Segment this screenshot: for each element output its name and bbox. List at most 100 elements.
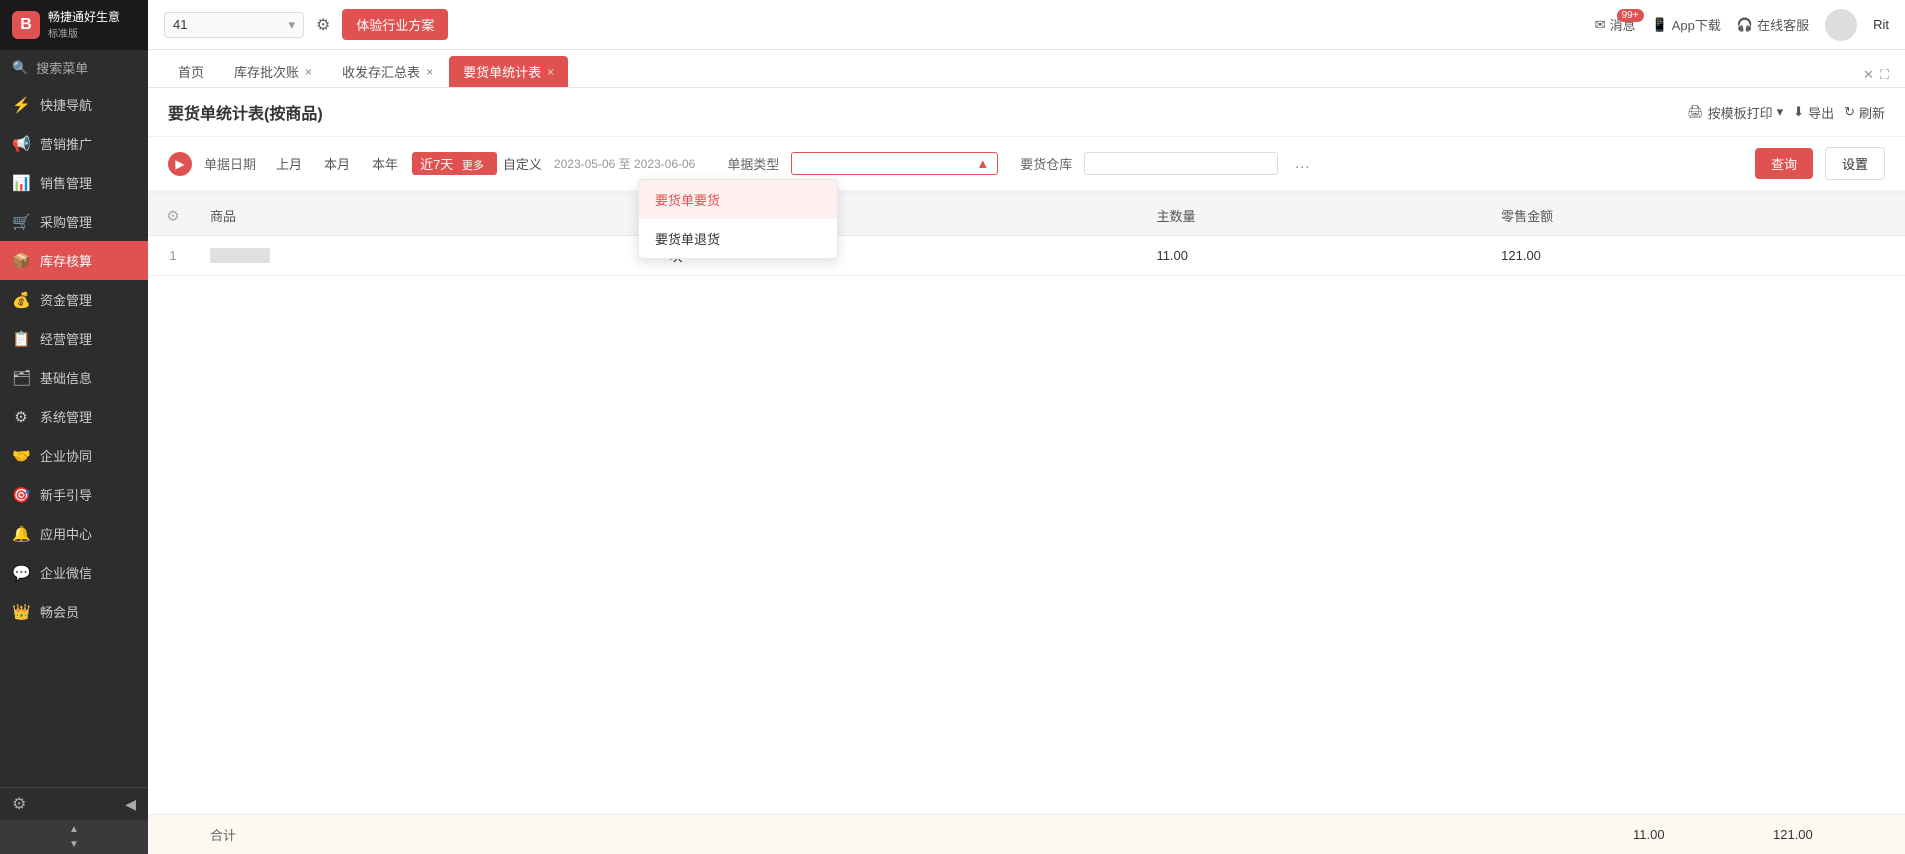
print-label: 按模板打印 xyxy=(1708,103,1773,122)
warehouse-label: 要货仓库 xyxy=(1020,154,1072,173)
sidebar-item-member[interactable]: 👑畅会员 xyxy=(0,592,148,631)
tab-close-inventory-batch[interactable]: × xyxy=(305,65,312,79)
row-amount: 121.00 xyxy=(1489,236,1905,276)
sidebar-item-operation[interactable]: 📋经营管理 xyxy=(0,319,148,358)
col-settings[interactable]: ⚙ xyxy=(148,196,198,236)
app-download-btn[interactable]: 📱 App下载 xyxy=(1652,15,1721,34)
topbar-right: ✉ 消息 99+ 📱 App下载 🎧 在线客服 Rit xyxy=(1595,9,1889,41)
page-title: 要货单统计表(按商品) xyxy=(168,100,323,136)
date-this-year[interactable]: 本年 xyxy=(364,152,406,175)
topbar-gear-icon[interactable]: ⚙ xyxy=(316,15,330,35)
col-quantity: 主数量 xyxy=(1144,196,1489,236)
nav-icon-sales: 📊 xyxy=(12,174,30,192)
service-icon: 🎧 xyxy=(1737,17,1753,33)
nav-label-system: 系统管理 xyxy=(40,407,92,426)
sidebar-item-enterprise[interactable]: 🤝企业协同 xyxy=(0,436,148,475)
sidebar-item-sales[interactable]: 📊 销售管理 xyxy=(0,163,148,202)
type-input[interactable]: ▲ xyxy=(791,152,998,175)
nav-label-shortcut: 快捷导航 xyxy=(40,95,92,114)
content-area: 要货单统计表(按商品) 🖨 按模板打印 ▾ ⬇ 导出 ↻ 刷新 ▶ xyxy=(148,88,1905,854)
nav-label-member: 畅会员 xyxy=(40,602,79,621)
refresh-icon: ↻ xyxy=(1844,104,1855,120)
column-settings-icon[interactable]: ⚙ xyxy=(166,208,179,225)
warehouse-input[interactable] xyxy=(1084,152,1278,175)
tab-close-order-stats[interactable]: × xyxy=(547,65,554,79)
sidebar-item-basic[interactable]: 🗂基础信息 xyxy=(0,358,148,397)
nav-icon-inventory: 📦 xyxy=(12,252,30,270)
search-icon: 🔍 xyxy=(12,60,28,76)
sidebar-collapse-btn[interactable]: ◀ xyxy=(125,796,136,813)
filter-expand-btn[interactable]: ▶ xyxy=(168,152,192,176)
sidebar-item-wechat[interactable]: 💬企业微信 xyxy=(0,553,148,592)
dropdown-item-order-goods[interactable]: 要货单要货 xyxy=(639,180,837,219)
date-current-month[interactable]: 本月 xyxy=(316,152,358,175)
nav-icon-newguide: 🎯 xyxy=(12,486,30,504)
print-dropdown-arrow[interactable]: ▾ xyxy=(1777,104,1784,120)
query-btn[interactable]: 查询 xyxy=(1755,148,1813,179)
date-up-month[interactable]: 上月 xyxy=(268,152,310,175)
online-service-btn[interactable]: 🎧 在线客服 xyxy=(1737,15,1809,34)
export-btn[interactable]: ⬇ 导出 xyxy=(1793,103,1834,122)
type-dropdown-arrow[interactable]: ▲ xyxy=(976,156,989,171)
print-icon: 🖨 xyxy=(1687,104,1704,120)
tab-inventory-batch[interactable]: 库存批次账 × xyxy=(220,56,326,87)
sidebar-item-appcenter[interactable]: 🔔应用中心 xyxy=(0,514,148,553)
sidebar-item-newguide[interactable]: 🎯新手引导 xyxy=(0,475,148,514)
tab-label-inventory-batch: 库存批次账 xyxy=(234,62,299,81)
nav-label-sales: 销售管理 xyxy=(40,173,92,192)
sidebar-scroll-up[interactable]: ▲ xyxy=(67,822,81,837)
nav-label-enterprise: 企业协同 xyxy=(40,446,92,465)
nav-icon-basic: 🗂 xyxy=(12,369,30,387)
refresh-label: 刷新 xyxy=(1859,103,1885,122)
nav-icon-shortcut: ⚡ xyxy=(12,96,30,114)
sidebar-item-inventory[interactable]: 📦库存核算 xyxy=(0,241,148,280)
page-header: 要货单统计表(按商品) 🖨 按模板打印 ▾ ⬇ 导出 ↻ 刷新 xyxy=(148,88,1905,136)
type-input-field[interactable] xyxy=(800,156,976,171)
date-custom[interactable]: 自定义 xyxy=(503,154,542,173)
filter-more-btn[interactable]: … xyxy=(1294,155,1310,173)
table-row: 1 ██████ 块 11.00 121.00 xyxy=(148,236,1905,276)
date-7days[interactable]: 近7天 更多 xyxy=(412,152,497,175)
nav-icon-wechat: 💬 xyxy=(12,564,30,582)
refresh-btn[interactable]: ↻ 刷新 xyxy=(1844,103,1885,122)
sidebar-scroll-down[interactable]: ▼ xyxy=(67,837,81,852)
app-logo: B 畅捷通好生意 标准版 xyxy=(0,0,148,50)
nav-icon-appcenter: 🔔 xyxy=(12,525,30,543)
tab-order-stats[interactable]: 要货单统计表 × xyxy=(449,56,568,87)
search-menu[interactable]: 🔍 搜索菜单 xyxy=(0,50,148,85)
user-avatar[interactable] xyxy=(1825,9,1857,41)
type-dropdown-popup: 要货单要货要货单退货 xyxy=(638,179,838,259)
tab-receipt-summary[interactable]: 收发存汇总表 × xyxy=(328,56,447,87)
settings-icon[interactable]: ⚙ xyxy=(12,794,26,814)
table-footer: 合计 11.00 121.00 xyxy=(148,814,1905,854)
nav-icon-operation: 📋 xyxy=(12,330,30,348)
sidebar-item-system[interactable]: ⚙系统管理 xyxy=(0,397,148,436)
nav-icon-finance: 💰 xyxy=(12,291,30,309)
export-icon: ⬇ xyxy=(1793,104,1804,120)
sidebar-item-finance[interactable]: 💰资金管理 xyxy=(0,280,148,319)
app-icon: 📱 xyxy=(1652,17,1668,33)
sidebar: B 畅捷通好生意 标准版 🔍 搜索菜单 ⚡ 快捷导航 📢营销推广 📊 销售管理 🛒采购管理… xyxy=(0,0,148,854)
nav-icon-marketing: 📢 xyxy=(12,135,30,153)
dropdown-item-order-return[interactable]: 要货单退货 xyxy=(639,219,837,258)
total-quantity: 11.00 xyxy=(1633,827,1753,842)
store-selector[interactable]: 41 ▾ xyxy=(164,12,304,38)
filter-settings-btn[interactable]: 设置 xyxy=(1825,147,1885,180)
sidebar-item-marketing[interactable]: 📢营销推广 xyxy=(0,124,148,163)
total-label: 合计 xyxy=(160,825,236,844)
trial-btn[interactable]: 体验行业方案 xyxy=(342,9,448,40)
logo-icon: B xyxy=(12,11,40,39)
sidebar-item-shortcut[interactable]: ⚡ 快捷导航 xyxy=(0,85,148,124)
sidebar-item-purchase[interactable]: 🛒采购管理 xyxy=(0,202,148,241)
data-table: ⚙ 商品 主计量单位 主数量 零售金额 1 ██████ 块 11.00 121… xyxy=(148,196,1905,276)
tab-close-receipt-summary[interactable]: × xyxy=(426,65,433,79)
warehouse-input-field[interactable] xyxy=(1093,156,1269,171)
close-all-tabs[interactable]: ✕ ⛶ xyxy=(1863,67,1889,87)
export-label: 导出 xyxy=(1808,103,1834,122)
messages-btn[interactable]: ✉ 消息 99+ xyxy=(1595,15,1636,34)
row-index: 1 xyxy=(148,236,198,276)
tab-home[interactable]: 首页 xyxy=(164,56,218,87)
print-btn[interactable]: 🖨 按模板打印 ▾ xyxy=(1687,103,1783,122)
store-number: 41 xyxy=(173,17,284,32)
expand-icon: ⛶ xyxy=(1880,67,1889,83)
